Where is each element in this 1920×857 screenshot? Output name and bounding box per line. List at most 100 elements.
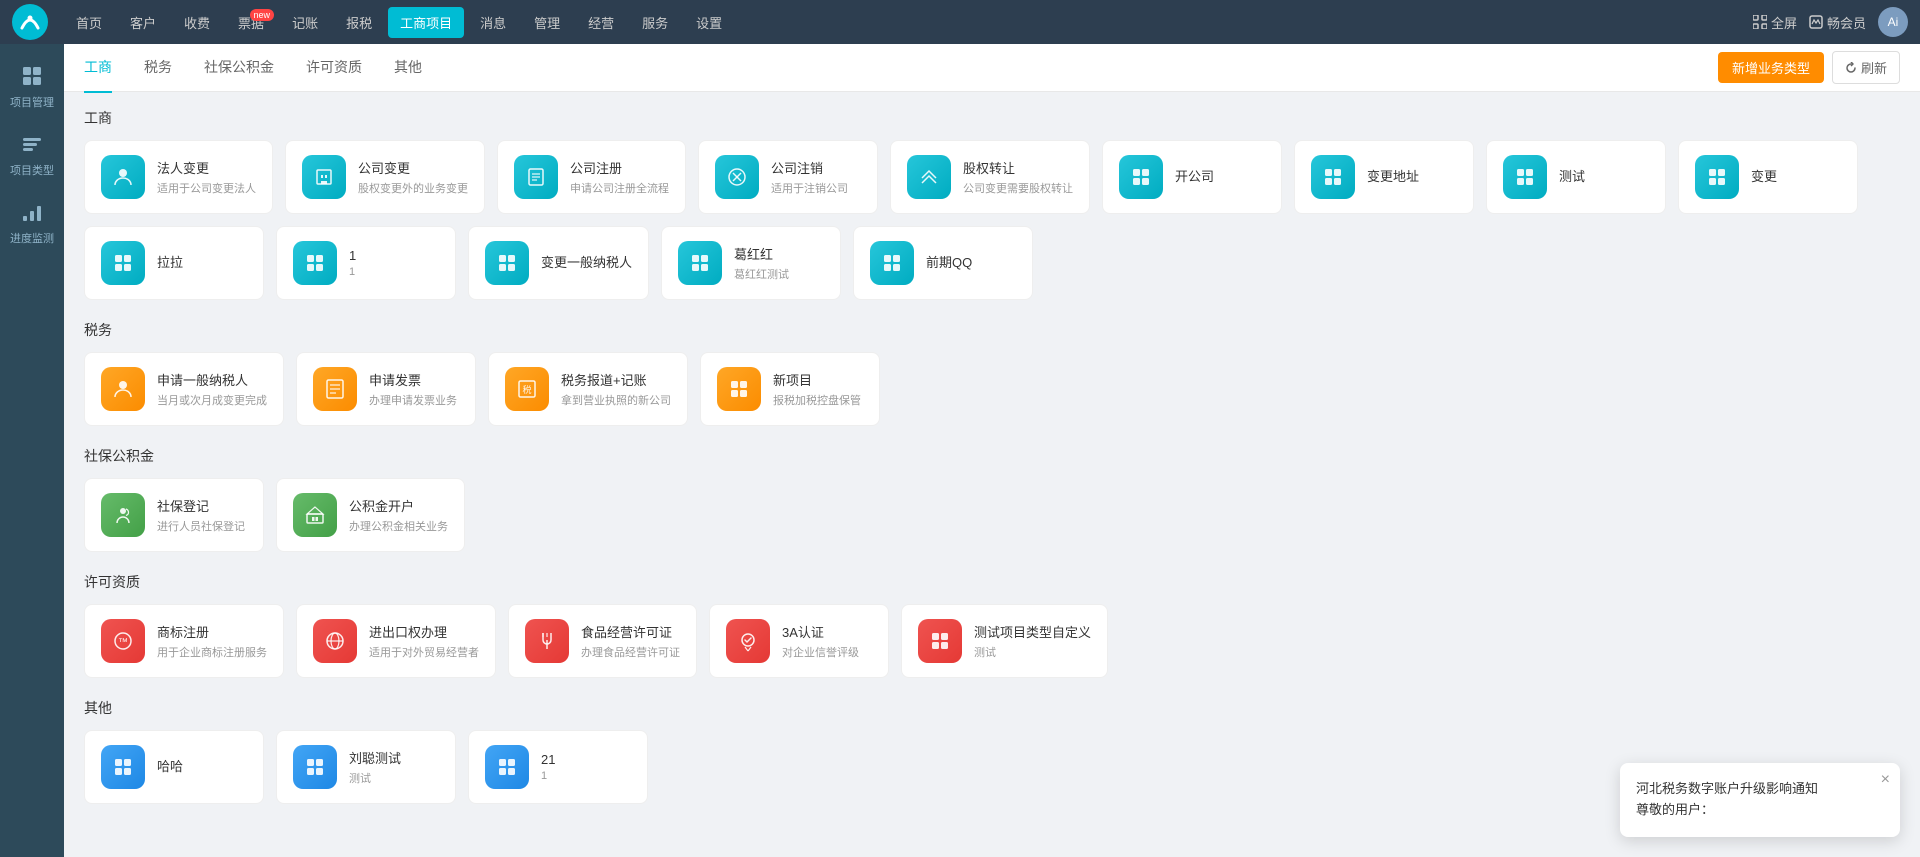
card-公司注册[interactable]: 公司注册申请公司注册全流程 bbox=[497, 140, 686, 214]
notification-close-button[interactable]: × bbox=[1881, 771, 1890, 789]
card-变更[interactable]: 变更 bbox=[1678, 140, 1858, 214]
section-税务: 税务申请一般纳税人当月或次月成变更完成申请发票办理申请发票业务税税务报道+记账拿… bbox=[84, 320, 1900, 426]
card-食品经营许可证[interactable]: 食品经营许可证办理食品经营许可证 bbox=[508, 604, 697, 678]
card-desc-新项目: 报税加税控盘保管 bbox=[773, 392, 863, 408]
card-21[interactable]: 211 bbox=[468, 730, 648, 804]
card-text-股权转让: 股权转让公司变更需要股权转让 bbox=[963, 158, 1073, 196]
card-text-测试项目类型自定义: 测试项目类型自定义测试 bbox=[974, 622, 1091, 660]
nav-item-记账[interactable]: 记账 bbox=[280, 7, 330, 38]
nav-item-经营[interactable]: 经营 bbox=[576, 7, 626, 38]
card-社保登记[interactable]: 社保登记进行人员社保登记 bbox=[84, 478, 264, 552]
nav-item-管理[interactable]: 管理 bbox=[522, 7, 572, 38]
card-3A认证[interactable]: 3A认证对企业信誉评级 bbox=[709, 604, 889, 678]
card-text-申请一般纳税人: 申请一般纳税人当月或次月成变更完成 bbox=[157, 370, 267, 408]
card-text-公司注册: 公司注册申请公司注册全流程 bbox=[570, 158, 669, 196]
card-desc-测试项目类型自定义: 测试 bbox=[974, 644, 1091, 660]
card-name-商标注册: 商标注册 bbox=[157, 622, 267, 641]
card-name-21: 21 bbox=[541, 752, 631, 767]
vip-button[interactable]: 畅会员 bbox=[1809, 13, 1866, 32]
card-icon-变更一般纳税人 bbox=[485, 241, 529, 285]
card-刘聪测试[interactable]: 刘聪测试测试 bbox=[276, 730, 456, 804]
card-desc-法人变更: 适用于公司变更法人 bbox=[157, 180, 256, 196]
fullscreen-label: 全屏 bbox=[1771, 13, 1797, 32]
nav-item-票据[interactable]: 票据new bbox=[226, 7, 276, 38]
sub-tab-许可资质[interactable]: 许可资质 bbox=[306, 44, 362, 93]
nav-item-消息[interactable]: 消息 bbox=[468, 7, 518, 38]
card-法人变更[interactable]: 法人变更适用于公司变更法人 bbox=[84, 140, 273, 214]
card-icon-哈哈 bbox=[101, 745, 145, 789]
card-股权转让[interactable]: 股权转让公司变更需要股权转让 bbox=[890, 140, 1090, 214]
add-business-type-button[interactable]: 新增业务类型 bbox=[1718, 52, 1824, 83]
sidebar-label-0: 项目管理 bbox=[10, 94, 54, 110]
nav-item-客户[interactable]: 客户 bbox=[118, 7, 168, 38]
card-公积金开户[interactable]: 公积金开户办理公积金相关业务 bbox=[276, 478, 465, 552]
sidebar-icon-1 bbox=[18, 130, 46, 158]
sidebar-item-项目管理[interactable]: 项目管理 bbox=[0, 52, 64, 120]
sub-tab-其他[interactable]: 其他 bbox=[394, 44, 422, 93]
nav-item-工商项目[interactable]: 工商项目 bbox=[388, 7, 464, 38]
nav-item-报税[interactable]: 报税 bbox=[334, 7, 384, 38]
card-公司变更[interactable]: 公司变更股权变更外的业务变更 bbox=[285, 140, 485, 214]
card-税务报道+记账[interactable]: 税税务报道+记账拿到营业执照的新公司 bbox=[488, 352, 688, 426]
sidebar-item-项目类型[interactable]: 项目类型 bbox=[0, 120, 64, 188]
card-icon-变更地址 bbox=[1311, 155, 1355, 199]
card-进出口权办理[interactable]: 进出口权办理适用于对外贸易经营者 bbox=[296, 604, 496, 678]
nav-item-设置[interactable]: 设置 bbox=[684, 7, 734, 38]
card-葛红红[interactable]: 葛红红葛红红测试 bbox=[661, 226, 841, 300]
card-name-拉拉: 拉拉 bbox=[157, 252, 247, 271]
card-测试[interactable]: 测试 bbox=[1486, 140, 1666, 214]
card-icon-公司变更 bbox=[302, 155, 346, 199]
card-变更地址[interactable]: 变更地址 bbox=[1294, 140, 1474, 214]
card-text-1: 11 bbox=[349, 248, 439, 278]
card-text-变更: 变更 bbox=[1751, 166, 1841, 188]
fullscreen-button[interactable]: 全屏 bbox=[1753, 13, 1797, 32]
card-前期QQ[interactable]: 前期QQ bbox=[853, 226, 1033, 300]
nav-item-收费[interactable]: 收费 bbox=[172, 7, 222, 38]
sidebar-icon-2 bbox=[18, 198, 46, 226]
card-哈哈[interactable]: 哈哈 bbox=[84, 730, 264, 804]
logo-icon[interactable] bbox=[12, 4, 48, 40]
card-grid-许可资质: ™商标注册用于企业商标注册服务进出口权办理适用于对外贸易经营者 食品经营许可证办理… bbox=[84, 604, 1900, 678]
card-name-公司变更: 公司变更 bbox=[358, 158, 468, 177]
sidebar-item-进度监测[interactable]: 进度监测 bbox=[0, 188, 64, 256]
card-1[interactable]: 11 bbox=[276, 226, 456, 300]
card-desc-股权转让: 公司变更需要股权转让 bbox=[963, 180, 1073, 196]
card-变更一般纳税人[interactable]: 变更一般纳税人 bbox=[468, 226, 649, 300]
avatar[interactable]: Ai bbox=[1878, 7, 1908, 37]
card-desc-食品经营许可证: 办理食品经营许可证 bbox=[581, 644, 680, 660]
card-icon-21 bbox=[485, 745, 529, 789]
card-text-3A认证: 3A认证对企业信誉评级 bbox=[782, 622, 872, 660]
card-text-税务报道+记账: 税务报道+记账拿到营业执照的新公司 bbox=[561, 370, 671, 408]
sub-tab-税务[interactable]: 税务 bbox=[144, 44, 172, 93]
card-name-法人变更: 法人变更 bbox=[157, 158, 256, 177]
card-icon-公司注销 bbox=[715, 155, 759, 199]
sub-tab-工商[interactable]: 工商 bbox=[84, 44, 112, 93]
card-text-食品经营许可证: 食品经营许可证办理食品经营许可证 bbox=[581, 622, 680, 660]
card-申请发票[interactable]: 申请发票办理申请发票业务 bbox=[296, 352, 476, 426]
card-name-公司注销: 公司注销 bbox=[771, 158, 861, 177]
card-icon-公司注册 bbox=[514, 155, 558, 199]
card-name-公积金开户: 公积金开户 bbox=[349, 496, 448, 515]
card-grid-社保公积金: 社保登记进行人员社保登记公积金开户办理公积金相关业务 bbox=[84, 478, 1900, 552]
card-公司注销[interactable]: 公司注销适用于注销公司 bbox=[698, 140, 878, 214]
card-商标注册[interactable]: ™商标注册用于企业商标注册服务 bbox=[84, 604, 284, 678]
card-icon-申请发票 bbox=[313, 367, 357, 411]
card-拉拉[interactable]: 拉拉 bbox=[84, 226, 264, 300]
nav-right: 全屏 畅会员 Ai bbox=[1753, 7, 1908, 37]
nav-item-服务[interactable]: 服务 bbox=[630, 7, 680, 38]
card-测试项目类型自定义[interactable]: 测试项目类型自定义测试 bbox=[901, 604, 1108, 678]
card-desc-1: 1 bbox=[349, 266, 439, 278]
refresh-button[interactable]: 刷新 bbox=[1832, 51, 1900, 84]
sub-tab-社保公积金[interactable]: 社保公积金 bbox=[204, 44, 274, 93]
sub-tabs-bar: 工商税务社保公积金许可资质其他 新增业务类型 刷新 bbox=[64, 44, 1920, 92]
card-申请一般纳税人[interactable]: 申请一般纳税人当月或次月成变更完成 bbox=[84, 352, 284, 426]
sidebar: 项目管理项目类型进度监测 bbox=[0, 44, 64, 857]
card-新项目[interactable]: 新项目报税加税控盘保管 bbox=[700, 352, 880, 426]
card-开公司[interactable]: 开公司 bbox=[1102, 140, 1282, 214]
card-text-刘聪测试: 刘聪测试测试 bbox=[349, 748, 439, 786]
card-name-3A认证: 3A认证 bbox=[782, 622, 872, 641]
card-icon-3A认证 bbox=[726, 619, 770, 663]
card-text-公司注销: 公司注销适用于注销公司 bbox=[771, 158, 861, 196]
nav-item-首页[interactable]: 首页 bbox=[64, 7, 114, 38]
section-许可资质: 许可资质™商标注册用于企业商标注册服务进出口权办理适用于对外贸易经营者食品经营许… bbox=[84, 572, 1900, 678]
